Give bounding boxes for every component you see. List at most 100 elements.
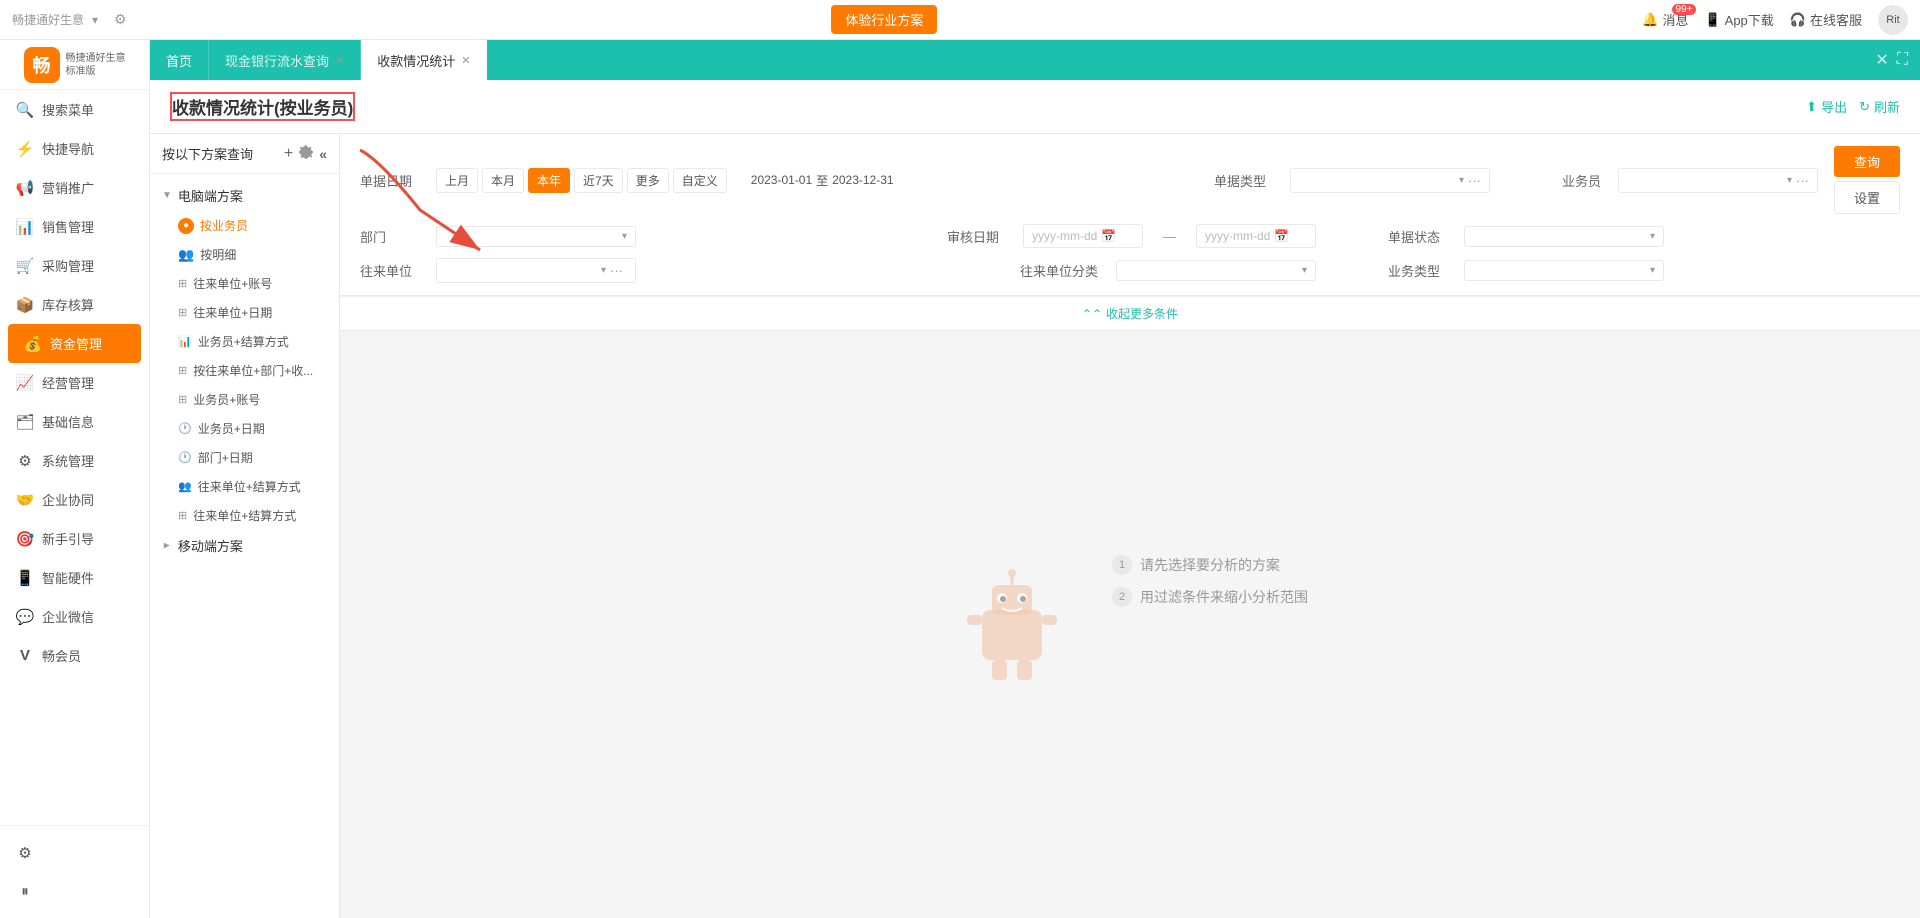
hint-num-2: 2 <box>1112 587 1132 607</box>
scheme-salesman-settle[interactable]: 📊 业务员+结算方式 <box>150 327 339 356</box>
more-icon[interactable]: ··· <box>1468 173 1481 188</box>
date-placeholder-start: yyyy-mm-dd <box>1032 229 1097 243</box>
date-btn-custom[interactable]: 自定义 <box>673 168 727 193</box>
refresh-button[interactable]: ↻ 刷新 <box>1859 97 1900 116</box>
collapse-bar[interactable]: ⌃⌃ 收起更多条件 <box>340 296 1920 331</box>
date-btn-last-month[interactable]: 上月 <box>436 168 478 193</box>
page-header: 收款情况统计(按业务员) ⬆ 导出 ↻ 刷新 <box>150 80 1920 134</box>
wechat-icon: 💬 <box>16 608 34 626</box>
hint-item-2: 2 用过滤条件来缩小分析范围 <box>1112 587 1308 607</box>
tab-close-all[interactable]: ✕ <box>1875 50 1888 70</box>
date-label: 单据日期 <box>360 171 420 190</box>
chevron-down-icon: ▾ <box>1302 265 1307 276</box>
add-scheme-button[interactable]: + <box>284 145 293 163</box>
sidebar-item-basic-info[interactable]: 🗂 基础信息 <box>0 402 149 441</box>
gear-icon[interactable]: ⚙ <box>114 11 127 28</box>
collapse-icon: ⏸ <box>16 882 34 900</box>
more-dots[interactable]: ··· <box>1796 173 1809 188</box>
panel-header: 按以下方案查询 + « <box>150 134 339 174</box>
dropdown-arrow-icon[interactable]: ▾ <box>92 13 98 27</box>
sidebar-item-beginner[interactable]: 🎯 新手引导 <box>0 519 149 558</box>
sidebar-item-quick-nav[interactable]: ⚡ 快捷导航 <box>0 129 149 168</box>
online-support[interactable]: 🎧 在线客服 <box>1790 10 1862 29</box>
box-icon: 📦 <box>16 296 34 314</box>
sidebar-item-operation[interactable]: 📈 经营管理 <box>0 363 149 402</box>
data-area: 1 请先选择要分析的方案 2 用过滤条件来缩小分析范围 <box>340 331 1920 918</box>
table-icon: ⊞ <box>178 393 187 406</box>
user-avatar[interactable]: Rit <box>1878 5 1908 35</box>
sidebar-item-corp-wechat[interactable]: 💬 企业微信 <box>0 597 149 636</box>
sidebar-item-inventory[interactable]: 📦 库存核算 <box>0 285 149 324</box>
voucher-status-select[interactable]: ▾ <box>1464 226 1664 247</box>
sidebar-collapse[interactable]: ⏸ <box>0 872 149 910</box>
date-btn-more[interactable]: 更多 <box>627 168 669 193</box>
sidebar-label: 企业协同 <box>42 490 94 509</box>
date-range-start: 2023-01-01 <box>751 173 812 187</box>
settings-button[interactable]: 设置 <box>1834 181 1900 214</box>
app-download[interactable]: 📱 App下载 <box>1704 10 1773 29</box>
scheme-unit-date[interactable]: ⊞ 往来单位+日期 <box>150 298 339 327</box>
panel-title: 按以下方案查询 <box>162 144 253 163</box>
expand-arrow-icon: ▼ <box>162 190 172 201</box>
export-button[interactable]: ⬆ 导出 <box>1806 97 1847 116</box>
more-icon[interactable]: ··· <box>610 263 623 278</box>
tab-label: 现金银行流水查询 <box>225 51 329 70</box>
sidebar-item-marketing[interactable]: 📢 营销推广 <box>0 168 149 207</box>
date-btn-this-year[interactable]: 本年 <box>528 168 570 193</box>
sidebar-item-cooperation[interactable]: 🤝 企业协同 <box>0 480 149 519</box>
scheme-salesman-date[interactable]: 🕐 业务员+日期 <box>150 414 339 443</box>
tab-receipt[interactable]: 收款情况统计 ✕ <box>361 40 487 80</box>
voucher-type-select[interactable]: ▾ ··· <box>1290 168 1490 193</box>
scheme-by-salesman[interactable]: ● 按业务员 <box>150 211 339 240</box>
mobile-group-title[interactable]: ▼ 移动端方案 <box>150 530 339 561</box>
business-type-select[interactable]: ▾ <box>1464 260 1664 281</box>
scheme-unit-account[interactable]: ⊞ 往来单位+账号 <box>150 269 339 298</box>
chevron-down-icon: ▾ <box>1650 231 1655 242</box>
tab-close-bank[interactable]: ✕ <box>335 54 344 67</box>
sidebar-item-smart-hw[interactable]: 📱 智能硬件 <box>0 558 149 597</box>
tab-bank[interactable]: 现金银行流水查询 ✕ <box>209 40 361 80</box>
sidebar-item-finance[interactable]: 💰 资金管理 <box>8 324 141 363</box>
unit-category-label: 往来单位分类 <box>1020 261 1100 280</box>
collapse-panel-button[interactable]: « <box>319 146 327 162</box>
from-unit-select[interactable]: ▾ ··· <box>436 258 636 283</box>
sidebar-item-search-menu[interactable]: 🔍 搜索菜单 <box>0 90 149 129</box>
dept-select[interactable]: ▾ <box>436 226 636 247</box>
tab-home[interactable]: 首页 <box>150 40 209 80</box>
tab-maximize[interactable]: ⛶ <box>1897 51 1908 69</box>
bell-icon: 🔔 <box>1642 12 1658 28</box>
sidebar-item-purchase[interactable]: 🛒 采购管理 <box>0 246 149 285</box>
review-date-start[interactable]: yyyy-mm-dd 📅 <box>1023 224 1143 248</box>
review-date-end[interactable]: yyyy-mm-dd 📅 <box>1196 224 1316 248</box>
empty-hint: 1 请先选择要分析的方案 2 用过滤条件来缩小分析范围 <box>952 555 1308 695</box>
scheme-unit-settle2[interactable]: ⊞ 往来单位+结算方式 <box>150 501 339 530</box>
trial-button[interactable]: 体验行业方案 <box>831 5 937 34</box>
scheme-settings-button[interactable] <box>299 145 313 162</box>
scheme-by-detail[interactable]: 👥 按明细 <box>150 240 339 269</box>
sidebar-item-sales[interactable]: 📊 销售管理 <box>0 207 149 246</box>
tab-close-receipt[interactable]: ✕ <box>461 54 470 67</box>
sidebar-settings[interactable]: ⚙ <box>0 834 149 872</box>
scheme-salesman-account[interactable]: ⊞ 业务员+账号 <box>150 385 339 414</box>
notification-area[interactable]: 🔔 消息 99+ <box>1642 10 1688 29</box>
table-icon: ⊞ <box>178 509 187 522</box>
scheme-label: 部门+日期 <box>198 449 253 466</box>
left-panel: 按以下方案查询 + « <box>150 134 340 918</box>
salesman-select[interactable]: ▾ ··· <box>1618 168 1818 193</box>
scheme-dept-date[interactable]: 🕐 部门+日期 <box>150 443 339 472</box>
scheme-unit-dept-collect[interactable]: ⊞ 按往来单位+部门+收... <box>150 356 339 385</box>
sidebar-item-system[interactable]: ⚙ 系统管理 <box>0 441 149 480</box>
sidebar-item-member[interactable]: V 畅会员 <box>0 636 149 675</box>
unit-category-select[interactable]: ▾ <box>1116 260 1316 281</box>
date-btn-7days[interactable]: 近7天 <box>574 168 623 193</box>
refresh-icon: ↻ <box>1859 99 1870 115</box>
chevron-up-icon: ⌃⌃ <box>1082 307 1102 321</box>
scheme-unit-settle1[interactable]: 👥 往来单位+结算方式 <box>150 472 339 501</box>
desktop-group-title[interactable]: ▼ 电脑端方案 <box>150 180 339 211</box>
scheme-label: 业务员+结算方式 <box>198 333 289 350</box>
sidebar-label: 经营管理 <box>42 373 94 392</box>
desktop-group-label: 电脑端方案 <box>178 186 243 205</box>
query-button[interactable]: 查询 <box>1834 146 1900 177</box>
date-placeholder-end: yyyy-mm-dd <box>1205 229 1270 243</box>
date-btn-this-month[interactable]: 本月 <box>482 168 524 193</box>
